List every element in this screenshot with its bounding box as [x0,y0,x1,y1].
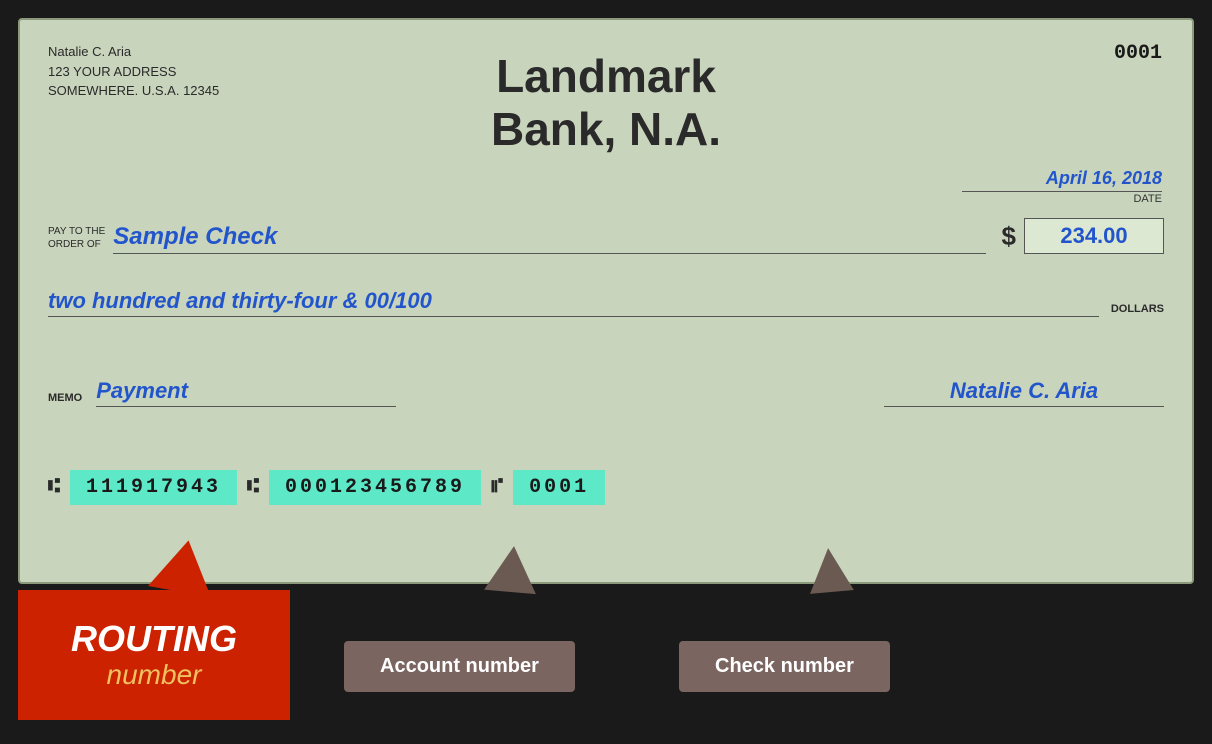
micr-close-sym: ⑆ [247,476,259,499]
holder-address1: 123 YOUR ADDRESS [48,62,219,82]
account-holder-info: Natalie C. Aria 123 YOUR ADDRESS SOMEWHE… [48,42,219,101]
routing-label-bottom: number [107,659,202,691]
routing-label-box: ROUTING number [18,590,290,720]
account-arrow [484,544,540,594]
date-label: DATE [962,193,1162,205]
routing-number-micr: 111917943 [70,470,237,505]
memo-label: MEMO [48,392,82,407]
check-number-top: 0001 [1114,42,1162,65]
date-value: April 16, 2018 [962,168,1162,192]
holder-address2: SOMEWHERE. U.S.A. 12345 [48,81,219,101]
written-amount-section: two hundred and thirty-four & 00/100 DOL… [48,288,1164,317]
dollar-sign: $ [1002,221,1016,254]
routing-label-top: ROUTING [71,619,237,659]
written-amount: two hundred and thirty-four & 00/100 [48,288,1099,317]
micr-open-sym: ⑆ [48,476,60,499]
memo-section: MEMO Payment Natalie C. Aria [48,378,1164,407]
holder-name: Natalie C. Aria [48,42,219,62]
check-arrow [806,546,854,594]
signature-value: Natalie C. Aria [884,378,1164,407]
account-label-box: Account number [344,641,575,692]
memo-value: Payment [96,378,396,407]
payee-name: Sample Check [113,223,985,254]
check-number-micr: 0001 [513,470,605,505]
pay-section: PAY TO THEORDER OF Sample Check $ 234.00 [48,218,1164,254]
amount-box: 234.00 [1024,218,1164,254]
account-number-micr: 000123456789 [269,470,481,505]
bank-name: Landmark Bank, N.A. [491,50,721,156]
micr-line: ⑆ 111917943 ⑆ 000123456789 ⑈ 0001 [48,470,1164,505]
routing-arrow [148,535,220,597]
micr-dash-sym: ⑈ [491,476,503,499]
check-label-box: Check number [679,641,890,692]
pay-to-label: PAY TO THEORDER OF [48,225,105,254]
dollars-label: DOLLARS [1111,303,1164,317]
date-section: April 16, 2018 DATE [962,168,1162,205]
check-document: 0001 Natalie C. Aria 123 YOUR ADDRESS SO… [18,18,1194,584]
